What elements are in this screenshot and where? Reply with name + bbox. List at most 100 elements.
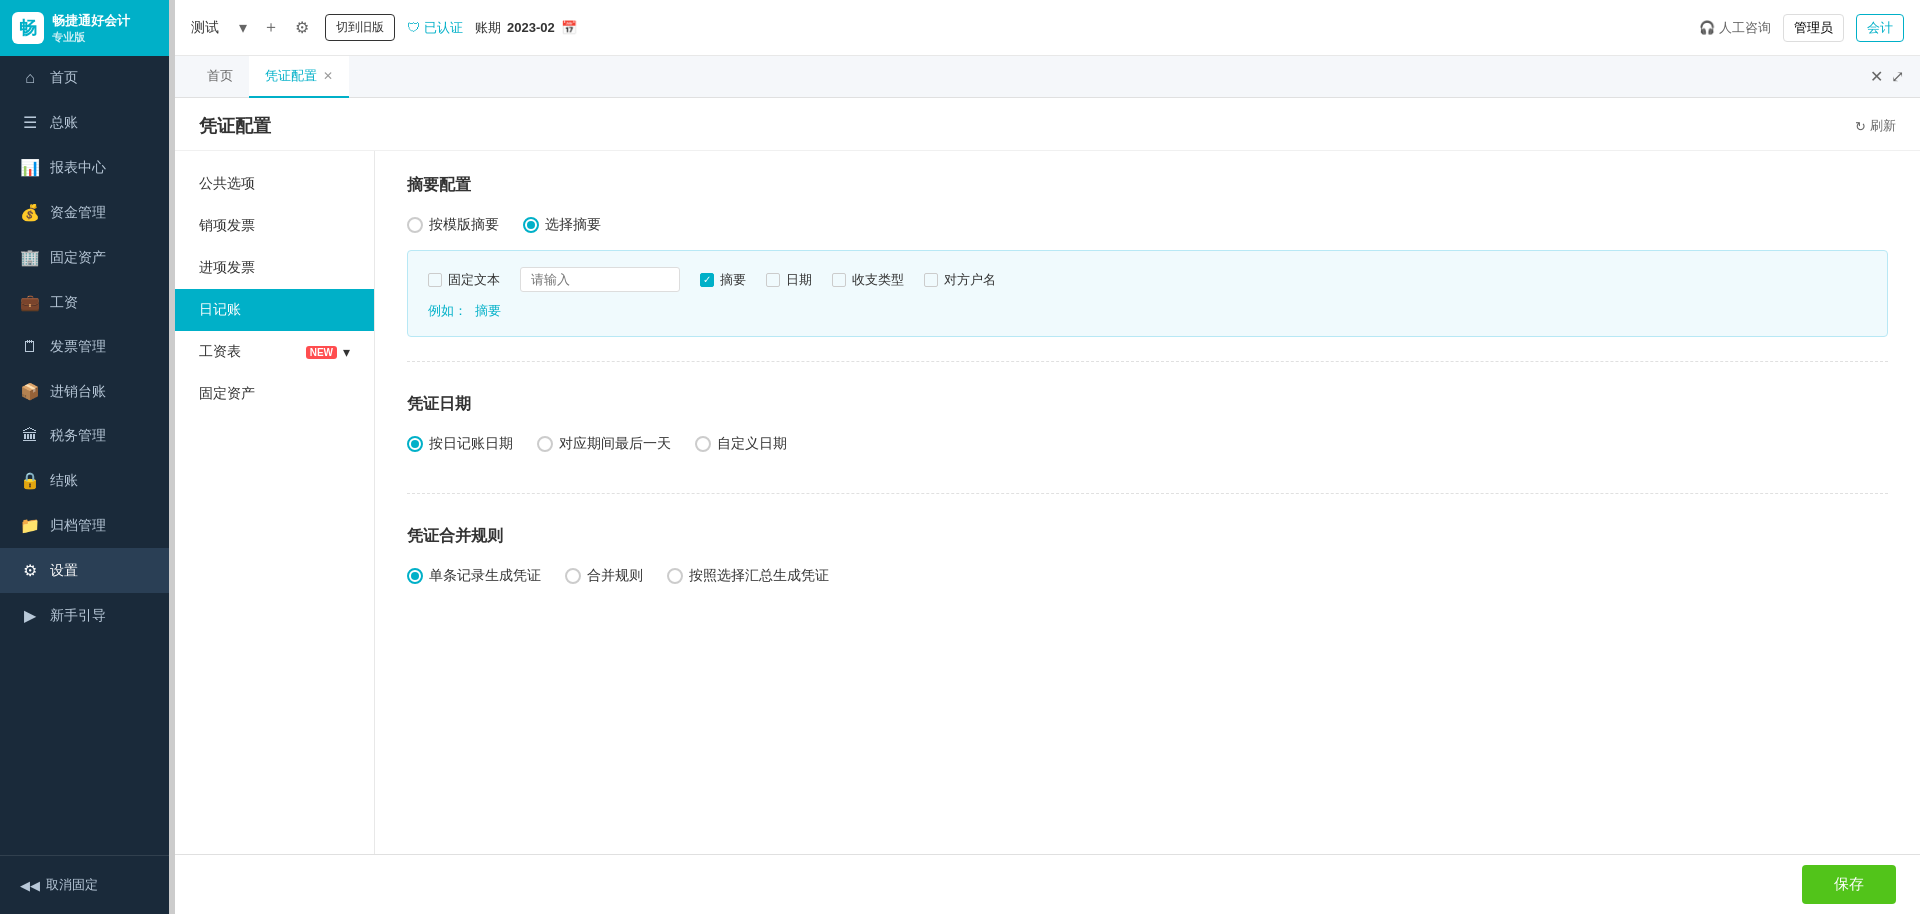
radio-template-summary[interactable]: 按模版摘要	[407, 216, 499, 234]
sidebar-item-home[interactable]: ⌂ 首页	[0, 56, 175, 100]
sidebar-item-guide[interactable]: ▶ 新手引导	[0, 593, 175, 638]
company-dropdown-button[interactable]: ▾	[235, 14, 251, 41]
checkbox-counterpart[interactable]: 对方户名	[924, 271, 996, 289]
consult-button[interactable]: 🎧 人工咨询	[1699, 19, 1771, 37]
switch-old-version-button[interactable]: 切到旧版	[325, 14, 395, 41]
checkbox-summary[interactable]: ✓ 摘要	[700, 271, 746, 289]
logo-icon: 畅	[12, 12, 44, 44]
date-radio-group: 按日记账日期 对应期间最后一天 自定义日期	[407, 435, 1888, 453]
sidebar-item-label: 设置	[50, 562, 78, 580]
close-account-icon: 🔒	[20, 471, 40, 490]
radio-custom-date[interactable]: 自定义日期	[695, 435, 787, 453]
topbar: 测试 ▾ ＋ ⚙ 切到旧版 🛡 已认证 账期 2023-02 📅 🎧 人工咨询 …	[175, 0, 1920, 56]
guide-icon: ▶	[20, 606, 40, 625]
sidebar-item-archive[interactable]: 📁 归档管理	[0, 503, 175, 548]
home-icon: ⌂	[20, 69, 40, 87]
content-header: 凭证配置 ↻ 刷新	[175, 98, 1920, 151]
archive-icon: 📁	[20, 516, 40, 535]
radio-period-last[interactable]: 对应期间最后一天	[537, 435, 671, 453]
nav-public[interactable]: 公共选项	[175, 163, 374, 205]
nav-sales-invoice[interactable]: 销项发票	[175, 205, 374, 247]
sidebar-item-label: 归档管理	[50, 517, 106, 535]
radio-circle-journal	[407, 436, 423, 452]
sidebar-item-label: 工资	[50, 294, 78, 312]
radio-select-merge[interactable]: 按照选择汇总生成凭证	[667, 567, 829, 585]
sidebar-item-tax[interactable]: 🏛 税务管理	[0, 414, 175, 458]
cancel-fixed-icon: ◀◀	[20, 878, 40, 893]
manager-button[interactable]: 管理员	[1783, 14, 1844, 42]
invoice-icon: 🗒	[20, 338, 40, 356]
bottom-bar: 保存	[175, 854, 1920, 914]
sidebar-item-label: 总账	[50, 114, 78, 132]
sidebar-item-label: 首页	[50, 69, 78, 87]
maximize-button[interactable]: ⤢	[1891, 67, 1904, 86]
radio-select-summary[interactable]: 选择摘要	[523, 216, 601, 234]
date-section: 凭证日期 按日记账日期 对应期间最后一天 自定义日期	[407, 394, 1888, 494]
main-area: 测试 ▾ ＋ ⚙ 切到旧版 🛡 已认证 账期 2023-02 📅 🎧 人工咨询 …	[175, 0, 1920, 914]
cancel-fixed-button[interactable]: ◀◀ 取消固定	[0, 866, 175, 904]
merge-title: 凭证合并规则	[407, 526, 1888, 547]
trade-icon: 📦	[20, 382, 40, 401]
accountant-button[interactable]: 会计	[1856, 14, 1904, 42]
tabbar-actions: ✕ ⤢	[1870, 67, 1904, 86]
tab-close-button[interactable]: ✕	[323, 69, 333, 83]
topbar-right: 🎧 人工咨询 管理员 会计	[1699, 14, 1904, 42]
sidebar-item-ledger[interactable]: ☰ 总账	[0, 100, 175, 145]
sidebar-item-capital[interactable]: 💰 资金管理	[0, 190, 175, 235]
sidebar-item-invoice[interactable]: 🗒 发票管理	[0, 325, 175, 369]
sidebar-nav: ⌂ 首页 ☰ 总账 📊 报表中心 💰 资金管理 🏢 固定资产 💼 工资 🗒 发票…	[0, 56, 175, 855]
radio-circle-merge	[565, 568, 581, 584]
checkbox-income-type[interactable]: 收支类型	[832, 271, 904, 289]
salary-icon: 💼	[20, 293, 40, 312]
radio-circle-select-merge	[667, 568, 683, 584]
company-name: 测试	[191, 19, 219, 37]
checkbox-box-income	[832, 273, 846, 287]
sidebar-item-close[interactable]: 🔒 结账	[0, 458, 175, 503]
example-row: 例如： 摘要	[428, 302, 1867, 320]
settings-icon: ⚙	[20, 561, 40, 580]
calendar-icon[interactable]: 📅	[561, 20, 577, 35]
left-nav: 公共选项 销项发票 进项发票 日记账 工资表 NEW ▾	[175, 151, 375, 854]
merge-radio-group: 单条记录生成凭证 合并规则 按照选择汇总生成凭证	[407, 567, 1888, 585]
nav-fixed-assets[interactable]: 固定资产	[175, 373, 374, 415]
radio-circle-period	[537, 436, 553, 452]
radio-single[interactable]: 单条记录生成凭证	[407, 567, 541, 585]
refresh-button[interactable]: ↻ 刷新	[1855, 117, 1896, 135]
checkbox-box-fixed	[428, 273, 442, 287]
tab-voucher-config[interactable]: 凭证配置 ✕	[249, 56, 349, 98]
sidebar-item-salary[interactable]: 💼 工资	[0, 280, 175, 325]
capital-icon: 💰	[20, 203, 40, 222]
checkbox-date[interactable]: 日期	[766, 271, 812, 289]
nav-purchase-invoice[interactable]: 进项发票	[175, 247, 374, 289]
shield-icon: 🛡	[407, 20, 420, 35]
add-company-button[interactable]: ＋	[259, 13, 283, 42]
assets-icon: 🏢	[20, 248, 40, 267]
summary-options: 固定文本 ✓ 摘要 日期	[428, 267, 1867, 292]
sidebar-item-label: 固定资产	[50, 249, 106, 267]
close-tab-button[interactable]: ✕	[1870, 67, 1883, 86]
sidebar-item-assets[interactable]: 🏢 固定资产	[0, 235, 175, 280]
split-layout: 公共选项 销项发票 进项发票 日记账 工资表 NEW ▾	[175, 151, 1920, 854]
sidebar-item-trade[interactable]: 📦 进销台账	[0, 369, 175, 414]
period-info: 账期 2023-02 📅	[475, 19, 577, 37]
sidebar-item-label: 结账	[50, 472, 78, 490]
logo-text: 畅捷通好会计 专业版	[52, 12, 130, 45]
checkbox-box-counterpart	[924, 273, 938, 287]
sidebar-item-settings[interactable]: ⚙ 设置	[0, 548, 175, 593]
nav-journal[interactable]: 日记账	[175, 289, 374, 331]
radio-journal-date[interactable]: 按日记账日期	[407, 435, 513, 453]
expand-icon: ▾	[343, 344, 350, 360]
sidebar-item-report[interactable]: 📊 报表中心	[0, 145, 175, 190]
settings-gear-button[interactable]: ⚙	[291, 14, 313, 41]
fixed-text-input[interactable]	[520, 267, 680, 292]
save-button[interactable]: 保存	[1802, 865, 1896, 904]
refresh-icon: ↻	[1855, 119, 1866, 134]
content-area: 凭证配置 ↻ 刷新 公共选项 销项发票 进项发票 日记账	[175, 98, 1920, 914]
tab-home[interactable]: 首页	[191, 56, 249, 98]
summary-radio-group: 按模版摘要 选择摘要	[407, 216, 1888, 234]
nav-payroll[interactable]: 工资表 NEW ▾	[175, 331, 374, 373]
report-icon: 📊	[20, 158, 40, 177]
radio-merge-rule[interactable]: 合并规则	[565, 567, 643, 585]
new-badge: NEW	[306, 346, 337, 359]
checkbox-fixed-text[interactable]: 固定文本	[428, 271, 500, 289]
